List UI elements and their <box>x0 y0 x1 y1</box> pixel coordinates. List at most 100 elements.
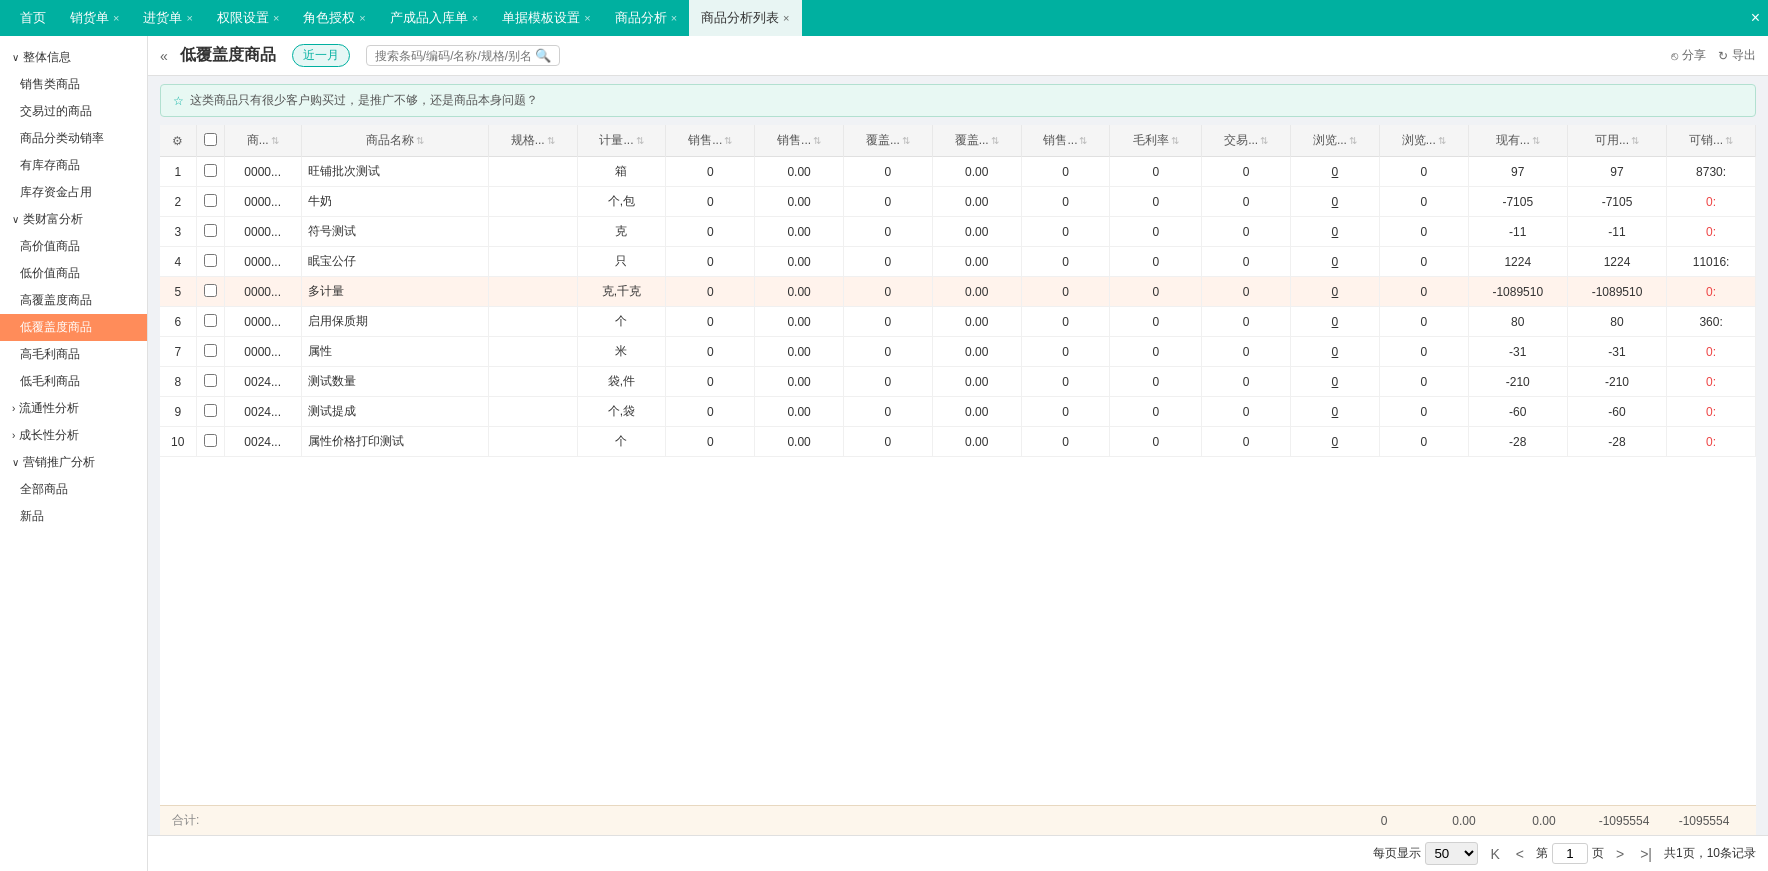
sidebar-item-category-rate[interactable]: 商品分类动销率 <box>0 125 147 152</box>
export-button[interactable]: ↻ 导出 <box>1718 47 1756 64</box>
col-cover1[interactable]: 覆盖...⇅ <box>843 125 932 157</box>
nav-role[interactable]: 角色授权 × <box>291 0 377 36</box>
next-page-button[interactable]: > <box>1612 846 1628 862</box>
sidebar-item-low-coverage[interactable]: 低覆盖度商品 <box>0 314 147 341</box>
nav-permission-close[interactable]: × <box>273 12 279 24</box>
sidebar-section-liquidity[interactable]: › 流通性分析 <box>0 395 147 422</box>
cell-gross: 0 <box>1110 427 1202 457</box>
col-name[interactable]: 商品名称⇅ <box>301 125 488 157</box>
col-available[interactable]: 可用...⇅ <box>1567 125 1666 157</box>
col-sellable[interactable]: 可销...⇅ <box>1667 125 1756 157</box>
view-link[interactable]: 0 <box>1332 195 1339 209</box>
select-all-checkbox[interactable] <box>204 133 217 146</box>
view-link[interactable]: 0 <box>1332 435 1339 449</box>
col-sales3[interactable]: 销售...⇅ <box>1021 125 1110 157</box>
sidebar-item-high-value[interactable]: 高价值商品 <box>0 233 147 260</box>
cell-name: 属性价格打印测试 <box>301 427 488 457</box>
content-area: « 低覆盖度商品 近一月 🔍 ⎋ 分享 ↻ 导出 ☆ 这类商品 <box>148 36 1768 871</box>
nav-role-close[interactable]: × <box>359 12 365 24</box>
nav-sales[interactable]: 销货单 × <box>58 0 131 36</box>
row-checkbox[interactable] <box>204 344 217 357</box>
col-cover2[interactable]: 覆盖...⇅ <box>932 125 1021 157</box>
cell-view1: 0 <box>1291 157 1380 187</box>
cell-available: -31 <box>1567 337 1666 367</box>
view-link[interactable]: 0 <box>1332 345 1339 359</box>
col-gross[interactable]: 毛利率⇅ <box>1110 125 1202 157</box>
col-code[interactable]: 商...⇅ <box>224 125 301 157</box>
nav-permission[interactable]: 权限设置 × <box>205 0 291 36</box>
sidebar-section-wealth[interactable]: ∨ 类财富分析 <box>0 206 147 233</box>
col-unit[interactable]: 计量...⇅ <box>577 125 666 157</box>
sidebar-item-low-value[interactable]: 低价值商品 <box>0 260 147 287</box>
row-checkbox[interactable] <box>204 284 217 297</box>
row-checkbox[interactable] <box>204 374 217 387</box>
time-filter-button[interactable]: 近一月 <box>292 44 350 67</box>
sidebar-item-low-margin[interactable]: 低毛利商品 <box>0 368 147 395</box>
sidebar-item-sales-goods[interactable]: 销售类商品 <box>0 71 147 98</box>
nav-template[interactable]: 单据模板设置 × <box>490 0 602 36</box>
nav-purchase-close[interactable]: × <box>186 12 192 24</box>
col-view1[interactable]: 浏览...⇅ <box>1291 125 1380 157</box>
prev-page-button[interactable]: < <box>1512 846 1528 862</box>
first-page-button[interactable]: K <box>1486 846 1503 862</box>
view-link[interactable]: 0 <box>1332 315 1339 329</box>
share-label: 分享 <box>1682 47 1706 64</box>
nav-home[interactable]: 首页 <box>8 0 58 36</box>
row-checkbox[interactable] <box>204 254 217 267</box>
view-link[interactable]: 0 <box>1332 165 1339 179</box>
cell-sales2: 0.00 <box>755 157 844 187</box>
sidebar-item-all-goods[interactable]: 全部商品 <box>0 476 147 503</box>
share-button[interactable]: ⎋ 分享 <box>1671 47 1706 64</box>
search-input[interactable] <box>375 49 535 63</box>
row-checkbox[interactable] <box>204 404 217 417</box>
cell-sales1: 0 <box>666 277 755 307</box>
collapse-sidebar-button[interactable]: « <box>160 48 168 64</box>
last-page-button[interactable]: >| <box>1636 846 1656 862</box>
window-close-button[interactable]: × <box>1751 9 1760 27</box>
col-sales2[interactable]: 销售...⇅ <box>755 125 844 157</box>
nav-product-warehouse[interactable]: 产成品入库单 × <box>378 0 490 36</box>
sidebar-item-new-goods[interactable]: 新品 <box>0 503 147 530</box>
sidebar-item-high-margin[interactable]: 高毛利商品 <box>0 341 147 368</box>
sidebar-item-in-stock[interactable]: 有库存商品 <box>0 152 147 179</box>
cell-checkbox <box>196 187 224 217</box>
view-link[interactable]: 0 <box>1332 405 1339 419</box>
sidebar-section-marketing[interactable]: ∨ 营销推广分析 <box>0 449 147 476</box>
view-link[interactable]: 0 <box>1332 255 1339 269</box>
view-link[interactable]: 0 <box>1332 375 1339 389</box>
row-checkbox[interactable] <box>204 194 217 207</box>
row-checkbox[interactable] <box>204 434 217 447</box>
nav-product-warehouse-close[interactable]: × <box>472 12 478 24</box>
sidebar-item-stock-capital[interactable]: 库存资金占用 <box>0 179 147 206</box>
nav-goods-analysis-close[interactable]: × <box>671 12 677 24</box>
page-number-input[interactable] <box>1552 843 1588 864</box>
col-view2[interactable]: 浏览...⇅ <box>1379 125 1468 157</box>
sidebar-item-high-coverage[interactable]: 高覆盖度商品 <box>0 287 147 314</box>
nav-product-warehouse-label: 产成品入库单 <box>390 9 468 27</box>
cell-cover2: 0.00 <box>932 307 1021 337</box>
per-page-select[interactable]: 50 20 100 <box>1425 842 1478 865</box>
row-checkbox[interactable] <box>204 314 217 327</box>
row-checkbox[interactable] <box>204 164 217 177</box>
sidebar-item-traded-goods[interactable]: 交易过的商品 <box>0 98 147 125</box>
col-spec[interactable]: 规格...⇅ <box>488 125 577 157</box>
row-checkbox[interactable] <box>204 224 217 237</box>
export-label: 导出 <box>1732 47 1756 64</box>
col-trade[interactable]: 交易...⇅ <box>1202 125 1291 157</box>
view-link[interactable]: 0 <box>1332 285 1339 299</box>
table-container[interactable]: ⚙ 商...⇅ 商品名称⇅ 规格...⇅ 计量...⇅ 销售...⇅ 销售...… <box>160 125 1756 805</box>
nav-goods-analysis-list[interactable]: 商品分析列表 × <box>689 0 801 36</box>
col-settings[interactable]: ⚙ <box>160 125 196 157</box>
nav-goods-analysis-list-close[interactable]: × <box>783 12 789 24</box>
col-current[interactable]: 现有...⇅ <box>1468 125 1567 157</box>
col-sales1[interactable]: 销售...⇅ <box>666 125 755 157</box>
sidebar-section-overall[interactable]: ∨ 整体信息 <box>0 44 147 71</box>
view-link[interactable]: 0 <box>1332 225 1339 239</box>
nav-goods-analysis[interactable]: 商品分析 × <box>603 0 689 36</box>
sidebar: ∨ 整体信息 销售类商品 交易过的商品 商品分类动销率 有库存商品 库存资金占用… <box>0 36 148 871</box>
nav-purchase[interactable]: 进货单 × <box>131 0 204 36</box>
nav-sales-close[interactable]: × <box>113 12 119 24</box>
nav-template-close[interactable]: × <box>584 12 590 24</box>
sidebar-section-growth[interactable]: › 成长性分析 <box>0 422 147 449</box>
search-container: 🔍 <box>366 45 560 66</box>
